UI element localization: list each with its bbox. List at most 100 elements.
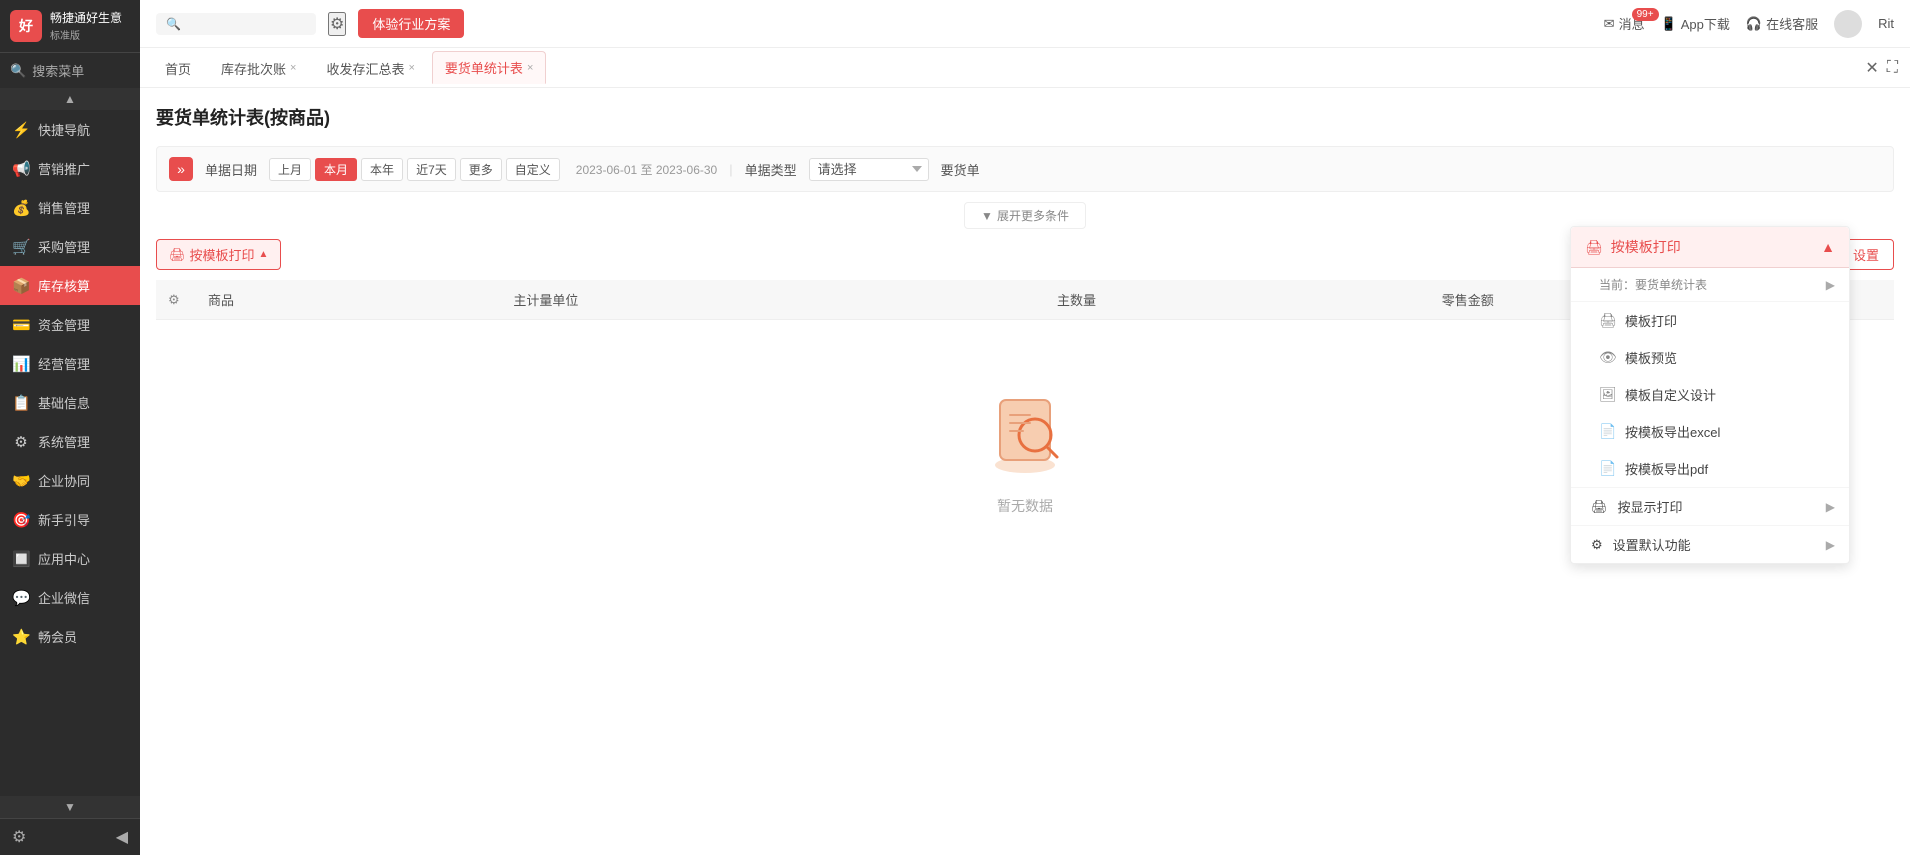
filter-date-buttons: 上月 本月 本年 近7天 更多 自定义 — [269, 158, 560, 181]
sidebar-item-marketing[interactable]: 📢 营销推广 — [0, 149, 140, 188]
topbar-right: ✉ 消息 99+ 📱 App下载 🎧 在线客服 Rit — [1604, 10, 1894, 38]
template-design-label: 模板自定义设计 — [1625, 385, 1716, 404]
sidebar-item-appcenter[interactable]: 🔲 应用中心 — [0, 539, 140, 578]
sidebar-item-guide[interactable]: 🎯 新手引导 — [0, 500, 140, 539]
tab-order-stats[interactable]: 要货单统计表 × — [432, 51, 546, 84]
set-default-item[interactable]: ⚙ 设置默认功能 ▶ — [1571, 526, 1849, 563]
topbar-username[interactable]: Rit — [1878, 16, 1894, 31]
print-dropdown-chevron-up[interactable]: ▲ — [1821, 239, 1835, 255]
basic-icon: 📋 — [12, 394, 30, 412]
date-btn-7days[interactable]: 近7天 — [407, 158, 456, 181]
sidebar-item-quick-nav[interactable]: ⚡ 快捷导航 — [0, 110, 140, 149]
system-icon: ⚙ — [12, 433, 30, 451]
guide-icon: 🎯 — [12, 511, 30, 529]
print-template-items: 🖨 模板打印 👁 模板预览 🖼 模板自定义设计 📄 按模板导出excel 📄 — [1571, 302, 1849, 488]
topbar-messages[interactable]: ✉ 消息 99+ — [1604, 14, 1645, 33]
tab-order-stats-close[interactable]: × — [527, 62, 533, 74]
app-logo-icon: 好 — [10, 10, 42, 42]
sidebar-scroll-up[interactable]: ▲ — [0, 88, 140, 110]
type-filter-label: 单据类型 — [745, 160, 797, 179]
app-version: 标准版 — [50, 27, 122, 42]
print-template-label: 按模板打印 — [190, 245, 255, 264]
display-print-item[interactable]: 🖨 按显示打印 ▶ — [1571, 488, 1849, 525]
print-current-row[interactable]: 当前：要货单统计表 ▶ — [1571, 268, 1849, 301]
print-template-btn[interactable]: 🖨 按模板打印 ▲ — [156, 239, 281, 270]
tab-order-stats-label: 要货单统计表 — [445, 58, 523, 77]
sidebar-item-collab[interactable]: 🤝 企业协同 — [0, 461, 140, 500]
collapse-icon[interactable]: ◀ — [116, 827, 128, 847]
print-current-chevron: ▶ — [1826, 278, 1835, 292]
template-design-icon: 🖼 — [1599, 386, 1615, 403]
date-btn-more[interactable]: 更多 — [460, 158, 502, 181]
sidebar-item-label: 销售管理 — [38, 198, 90, 217]
tab-home[interactable]: 首页 — [152, 52, 204, 84]
sidebar-item-member[interactable]: ⭐ 畅会员 — [0, 617, 140, 656]
table-settings-icon[interactable]: ⚙ — [168, 292, 180, 307]
topbar-search-box[interactable]: 🔍 — [156, 13, 316, 35]
template-preview-item[interactable]: 👁 模板预览 — [1571, 339, 1849, 376]
chevron-down-icon: ▼ — [981, 209, 993, 223]
app-name-block: 畅捷通好生意 标准版 — [50, 10, 122, 42]
template-design-item[interactable]: 🖼 模板自定义设计 — [1571, 376, 1849, 413]
template-preview-label: 模板预览 — [1625, 348, 1677, 367]
sidebar-item-label: 资金管理 — [38, 315, 90, 334]
sidebar-search-label: 搜索菜单 — [32, 61, 84, 80]
sidebar-item-finance[interactable]: 💳 资金管理 — [0, 305, 140, 344]
app-download-label: App下载 — [1681, 14, 1730, 33]
sidebar-item-sales[interactable]: 💰 销售管理 — [0, 188, 140, 227]
sidebar-item-system[interactable]: ⚙ 系统管理 — [0, 422, 140, 461]
template-print-item[interactable]: 🖨 模板打印 — [1571, 302, 1849, 339]
finance-icon: 💳 — [12, 316, 30, 334]
topbar-app-download[interactable]: 📱 App下载 — [1661, 14, 1730, 33]
topbar-online-service[interactable]: 🎧 在线客服 — [1746, 14, 1818, 33]
expand-more-btn[interactable]: ▼ 展开更多条件 — [964, 202, 1086, 229]
phone-icon: 📱 — [1661, 16, 1677, 32]
col-quantity: 主数量 — [1045, 280, 1430, 320]
member-icon: ⭐ — [12, 628, 30, 646]
template-print-icon: 🖨 — [1599, 312, 1615, 329]
date-btn-last-month[interactable]: 上月 — [269, 158, 311, 181]
print-current-label: 当前：要货单统计表 — [1599, 276, 1707, 293]
sidebar-item-wechat[interactable]: 💬 企业微信 — [0, 578, 140, 617]
template-export-excel-icon: 📄 — [1599, 423, 1615, 440]
yaohuo-filter-label: 要货单 — [941, 160, 980, 179]
page-title: 要货单统计表(按商品) — [156, 104, 1894, 130]
topbar-avatar[interactable] — [1834, 10, 1862, 38]
sidebar-item-label: 新手引导 — [38, 510, 90, 529]
sidebar-item-label: 应用中心 — [38, 549, 90, 568]
print-dropdown: 🖨 按模板打印 ▲ 当前：要货单统计表 ▶ 🖨 模板打印 👁 模板预览 — [1570, 226, 1850, 564]
template-export-pdf-icon: 📄 — [1599, 460, 1615, 477]
date-btn-this-month[interactable]: 本月 — [315, 158, 357, 181]
type-filter-select[interactable]: 请选择 — [809, 158, 929, 181]
app-name: 畅捷通好生意 — [50, 10, 122, 27]
sidebar-item-label: 系统管理 — [38, 432, 90, 451]
template-export-excel-item[interactable]: 📄 按模板导出excel — [1571, 413, 1849, 450]
tab-receipt-summary[interactable]: 收发存汇总表 × — [313, 52, 427, 84]
print-dropdown-header: 🖨 按模板打印 ▲ — [1571, 227, 1849, 268]
tabbar-maximize[interactable]: ⛶ — [1887, 59, 1898, 77]
sidebar-item-operation[interactable]: 📊 经营管理 — [0, 344, 140, 383]
topbar-gear-btn[interactable]: ⚙ — [328, 12, 346, 36]
trial-btn[interactable]: 体验行业方案 — [358, 9, 464, 38]
sidebar-search[interactable]: 🔍 搜索菜单 — [0, 53, 140, 88]
tabbar: 首页 库存批次账 × 收发存汇总表 × 要货单统计表 × ✕ ⛶ — [140, 48, 1910, 88]
filter-divider-1: | — [729, 162, 732, 177]
sidebar-scroll-down[interactable]: ▼ — [0, 796, 140, 818]
sidebar-item-purchase[interactable]: 🛒 采购管理 — [0, 227, 140, 266]
tab-receipt-summary-close[interactable]: × — [408, 62, 414, 74]
tab-inventory-batch[interactable]: 库存批次账 × — [208, 52, 309, 84]
appcenter-icon: 🔲 — [12, 550, 30, 568]
template-export-pdf-item[interactable]: 📄 按模板导出pdf — [1571, 450, 1849, 487]
date-range-display: 2023-06-01 至 2023-06-30 — [576, 161, 717, 178]
date-btn-custom[interactable]: 自定义 — [506, 158, 560, 181]
tab-inventory-batch-close[interactable]: × — [290, 62, 296, 74]
settings-icon[interactable]: ⚙ — [12, 827, 26, 847]
print-dropdown-title-block: 🖨 按模板打印 — [1585, 237, 1681, 257]
template-print-label: 模板打印 — [1625, 311, 1677, 330]
tabbar-close-all[interactable]: ✕ — [1865, 58, 1878, 78]
date-btn-this-year[interactable]: 本年 — [361, 158, 403, 181]
sidebar-item-inventory[interactable]: 📦 库存核算 — [0, 266, 140, 305]
filter-expand-btn[interactable]: » — [169, 157, 193, 181]
search-icon: 🔍 — [10, 63, 26, 79]
sidebar-item-basic[interactable]: 📋 基础信息 — [0, 383, 140, 422]
